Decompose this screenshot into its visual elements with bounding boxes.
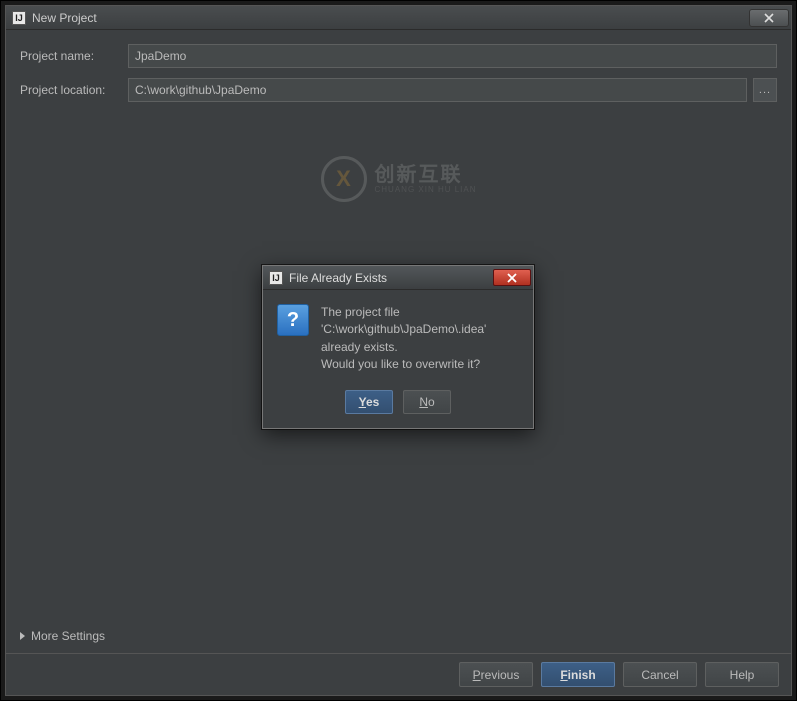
dialog-body: ? The project file 'C:\work\github\JpaDe… xyxy=(263,290,533,380)
project-location-label: Project location: xyxy=(20,83,128,97)
cancel-button[interactable]: Cancel xyxy=(623,662,697,687)
more-settings-toggle[interactable]: More Settings xyxy=(20,623,777,653)
window-titlebar: IJ New Project xyxy=(6,6,791,30)
project-name-row: Project name: xyxy=(20,44,777,68)
previous-button[interactable]: Previous xyxy=(459,662,533,687)
project-location-input[interactable] xyxy=(128,78,747,102)
file-exists-dialog: IJ File Already Exists ? The project fil… xyxy=(262,265,534,429)
yes-button[interactable]: Yes xyxy=(345,390,393,414)
dialog-app-icon: IJ xyxy=(269,271,283,285)
browse-button[interactable]: ... xyxy=(753,78,777,102)
window-title: New Project xyxy=(32,11,749,25)
finish-button[interactable]: Finish xyxy=(541,662,615,687)
dialog-line-3: already exists. xyxy=(321,339,486,356)
dialog-close-button[interactable] xyxy=(493,269,531,286)
app-icon: IJ xyxy=(12,11,26,25)
dialog-title: File Already Exists xyxy=(289,271,493,285)
more-settings-label: More Settings xyxy=(31,629,105,643)
dialog-line-2: 'C:\work\github\JpaDemo\.idea' xyxy=(321,321,486,338)
dialog-line-4: Would you like to overwrite it? xyxy=(321,356,486,373)
watermark-text: 创新互联 CHUANG XIN HU LIAN xyxy=(374,164,476,195)
project-name-label: Project name: xyxy=(20,49,128,63)
watermark-small-text: CHUANG XIN HU LIAN xyxy=(374,186,476,195)
no-button[interactable]: No xyxy=(403,390,451,414)
window-close-button[interactable] xyxy=(749,9,789,27)
window-footer: Previous Finish Cancel Help xyxy=(6,653,791,695)
watermark-big-text: 创新互联 xyxy=(374,164,476,186)
watermark-circle-icon: X xyxy=(320,156,366,202)
close-icon xyxy=(506,273,518,283)
dialog-titlebar: IJ File Already Exists xyxy=(263,266,533,290)
help-button[interactable]: Help xyxy=(705,662,779,687)
watermark: X 创新互联 CHUANG XIN HU LIAN xyxy=(320,156,476,202)
dialog-buttons: Yes No xyxy=(263,380,533,428)
dialog-line-1: The project file xyxy=(321,304,486,321)
dialog-message: The project file 'C:\work\github\JpaDemo… xyxy=(321,304,486,374)
close-icon xyxy=(763,13,775,23)
project-location-row: Project location: ... xyxy=(20,78,777,102)
question-icon: ? xyxy=(277,304,309,336)
expand-triangle-icon xyxy=(20,632,25,640)
project-name-input[interactable] xyxy=(128,44,777,68)
